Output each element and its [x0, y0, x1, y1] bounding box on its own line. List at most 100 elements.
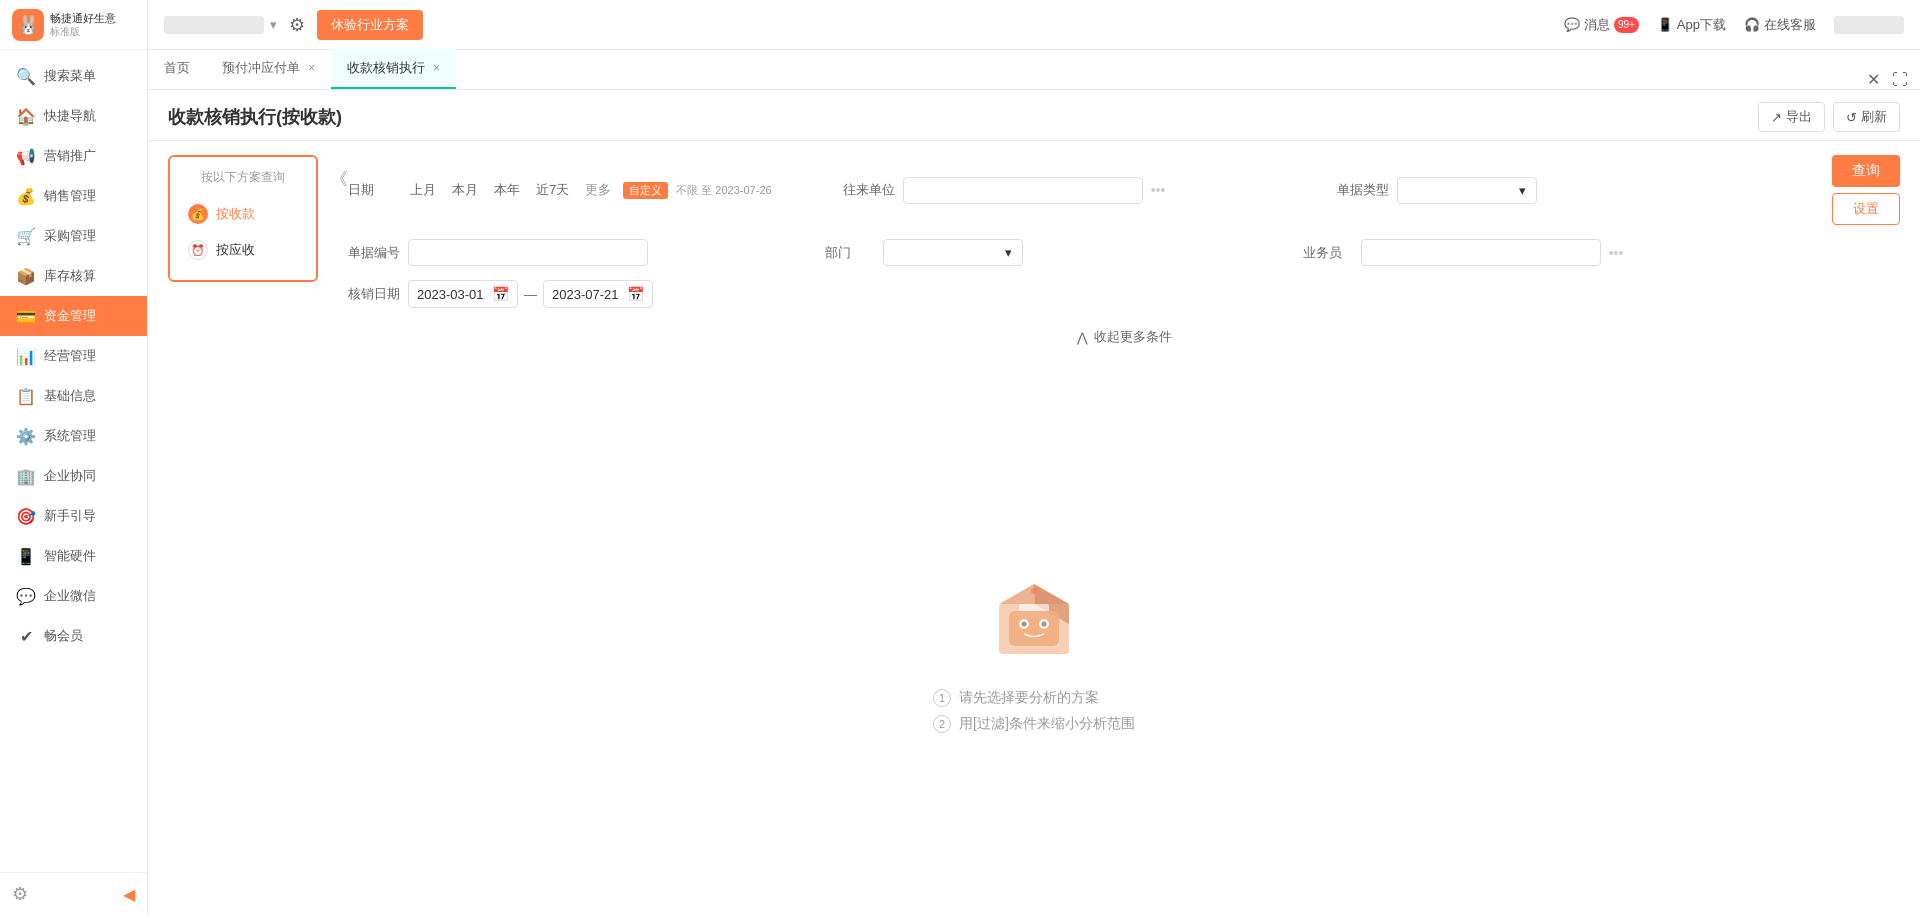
nav-icon-quick: 🏠 [16, 106, 36, 126]
sidebar-item-quick[interactable]: 🏠 快捷导航 [0, 96, 147, 136]
tab-close-btn[interactable]: ✕ [1867, 70, 1880, 89]
filter-panel: 按以下方案查询 💰 按收款 ⏰ 按应收 《 日期 [148, 141, 1920, 366]
company-selector[interactable]: ▾ [164, 16, 277, 34]
sidebar-item-ops[interactable]: 📊经营管理 [0, 336, 147, 376]
svg-point-8 [1042, 621, 1047, 626]
staff-dots[interactable]: ••• [1609, 245, 1624, 261]
filter-option-receipt[interactable]: 💰 按收款 [178, 196, 308, 232]
cal-start-icon[interactable]: 📅 [492, 286, 509, 302]
tab-bar: 首页 预付冲应付单 × 收款核销执行 × ✕ ⛶ [148, 50, 1920, 90]
nav-label-ops: 经营管理 [44, 347, 96, 365]
top-header: ▾ ⚙ 休验行业方案 💬 消息 99+ 📱 App下载 🎧 在线客服 [148, 0, 1920, 50]
filter-option-receivable[interactable]: ⏰ 按应收 [178, 232, 308, 268]
online-service-item[interactable]: 🎧 在线客服 [1744, 16, 1816, 34]
tab-receipt-write-off[interactable]: 收款核销执行 × [331, 49, 456, 89]
date-range-hint: 不限 至 2023-07-26 [676, 183, 771, 198]
sidebar-item-hardware[interactable]: 📱 智能硬件 [0, 536, 147, 576]
tab-expand-btn[interactable]: ⛶ [1892, 71, 1908, 89]
shortcut-last-month[interactable]: 上月 [406, 179, 440, 201]
dept-select[interactable]: ▾ [883, 239, 1023, 266]
tab-prepay-close[interactable]: × [308, 61, 315, 75]
sidebar-item-collab[interactable]: 🏢 企业协同 [0, 456, 147, 496]
doctype-select[interactable]: ▾ [1397, 177, 1537, 204]
svg-point-10 [1031, 588, 1037, 594]
nav-icon-collab: 🏢 [16, 466, 36, 486]
sidebar-item-wechat[interactable]: 💬企业微信 [0, 576, 147, 616]
nav-label-quick: 快捷导航 [44, 107, 96, 125]
counterpart-dots[interactable]: ••• [1151, 182, 1166, 198]
tab-prepay[interactable]: 预付冲应付单 × [206, 49, 331, 89]
header-right: 💬 消息 99+ 📱 App下载 🎧 在线客服 [1564, 16, 1904, 34]
tab-receipt-close[interactable]: × [433, 61, 440, 75]
dept-chevron: ▾ [1005, 245, 1012, 260]
shortcut-this-month[interactable]: 本月 [448, 179, 482, 201]
writeoff-date-start-input[interactable]: 2023-03-01 📅 [408, 280, 518, 308]
sidebar-item-guide[interactable]: 🎯新手引导 [0, 496, 147, 536]
sidebar-logo: 🐰 畅捷通好生意 标准版 [0, 0, 147, 50]
gear-icon[interactable]: ⚙ [289, 14, 305, 36]
tab-home[interactable]: 首页 [148, 49, 206, 89]
dept-label: 部门 [825, 244, 875, 262]
filter-group-staff: 业务员 ••• [1303, 239, 1760, 266]
nav-icon-purchase: 🛒 [16, 226, 36, 246]
shortcut-more[interactable]: 更多 [581, 179, 615, 201]
industry-btn[interactable]: 休验行业方案 [317, 10, 423, 40]
export-btn[interactable]: ↗ 导出 [1758, 102, 1825, 132]
nav-icon-basic: 📋 [16, 386, 36, 406]
refresh-btn[interactable]: ↺ 刷新 [1833, 102, 1900, 132]
user-avatar[interactable] [1834, 16, 1904, 34]
filter-collapse-btn[interactable]: 《 [330, 167, 348, 191]
logo-icon: 🐰 [12, 9, 44, 41]
writeoff-date-end-input[interactable]: 2023-07-21 📅 [543, 280, 653, 308]
sidebar-item-finance[interactable]: 💳资金管理 [0, 296, 147, 336]
refresh-icon: ↺ [1846, 110, 1857, 125]
filter-form: 日期 上月 本月 本年 近7天 更多 自定义 不限 至 2023-07-26 往… [348, 155, 1900, 352]
service-icon: 🎧 [1744, 17, 1760, 32]
cal-end-icon[interactable]: 📅 [627, 286, 644, 302]
page-header: 收款核销执行(按收款) ↗ 导出 ↺ 刷新 [148, 90, 1920, 141]
query-btn[interactable]: 查询 [1832, 155, 1900, 187]
nav-label-collab: 企业协同 [44, 467, 96, 485]
nav-icon-hardware: 📱 [16, 546, 36, 566]
shortcut-this-year[interactable]: 本年 [490, 179, 524, 201]
filter-group-dept: 部门 ▾ [825, 239, 1282, 266]
collapse-more-btn[interactable]: ⋀ 收起更多条件 [348, 322, 1900, 352]
svg-point-7 [1022, 621, 1027, 626]
nav-icon-guide: 🎯 [16, 506, 36, 526]
messages-item[interactable]: 💬 消息 99+ [1564, 16, 1639, 34]
writeoff-date-end-value: 2023-07-21 [552, 287, 619, 302]
page-title-row: 收款核销执行(按收款) ↗ 导出 ↺ 刷新 [168, 102, 1900, 132]
logo-name: 畅捷通好生意 [50, 11, 116, 25]
sidebar-item-member[interactable]: ✔畅会员 [0, 616, 147, 656]
sidebar-item-system[interactable]: ⚙️系统管理 [0, 416, 147, 456]
sidebar-item-basic[interactable]: 📋基础信息 [0, 376, 147, 416]
filter-sidebar-title: 按以下方案查询 [178, 169, 308, 186]
sidebar-item-search[interactable]: 🔍搜索菜单 [0, 56, 147, 96]
header-left: ▾ ⚙ 休验行业方案 [164, 10, 423, 40]
docnum-input[interactable] [408, 239, 648, 266]
company-name [164, 16, 264, 34]
sidebar-item-sales[interactable]: 💰销售管理 [0, 176, 147, 216]
custom-tag: 自定义 [623, 182, 668, 199]
filter-receipt-label: 按收款 [216, 205, 255, 223]
app-download-item[interactable]: 📱 App下载 [1657, 16, 1726, 34]
online-service-label: 在线客服 [1764, 16, 1816, 34]
nav-label-finance: 资金管理 [44, 307, 96, 325]
sidebar-collapse-icon[interactable]: ◀ [123, 885, 135, 904]
sidebar-settings-icon[interactable]: ⚙ [12, 883, 28, 905]
sidebar-item-purchase[interactable]: 🛒 采购管理 [0, 216, 147, 256]
staff-label: 业务员 [1303, 244, 1353, 262]
counterpart-input[interactable] [903, 177, 1143, 204]
settings-btn[interactable]: 设置 [1832, 193, 1900, 225]
filter-receivable-label: 按应收 [216, 241, 255, 259]
staff-input[interactable] [1361, 239, 1601, 266]
shortcut-7days[interactable]: 近7天 [532, 179, 573, 201]
nav-label-purchase: 采购管理 [44, 227, 96, 245]
filter-row-2: 单据编号 部门 ▾ 业务员 ••• [348, 239, 1900, 266]
sidebar-nav: 🔍搜索菜单 🏠 快捷导航 📢营销推广💰销售管理 🛒 采购管理 📦库存核算💳资金管理📊经营管理… [0, 50, 147, 872]
nav-label-marketing: 营销推广 [44, 147, 96, 165]
filter-row-1: 日期 上月 本月 本年 近7天 更多 自定义 不限 至 2023-07-26 往… [348, 155, 1900, 225]
sidebar-item-inventory[interactable]: 📦库存核算 [0, 256, 147, 296]
sidebar-item-marketing[interactable]: 📢营销推广 [0, 136, 147, 176]
nav-label-hardware: 智能硬件 [44, 547, 96, 565]
